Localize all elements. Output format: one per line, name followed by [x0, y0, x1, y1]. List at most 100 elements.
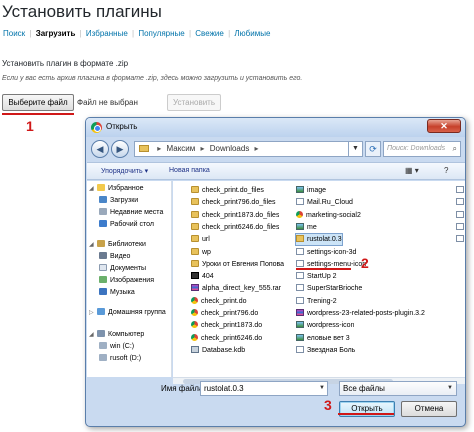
file-item[interactable]: image	[296, 185, 326, 196]
sidebar-item-recent[interactable]: Недавние места	[99, 207, 163, 219]
file-item[interactable]: еловые вет 3	[296, 333, 350, 344]
desktop-icon	[99, 220, 107, 227]
doc-icon	[456, 210, 464, 218]
file-item[interactable]: К	[456, 210, 465, 221]
breadcrumb-downloads[interactable]: Downloads	[210, 144, 250, 153]
file-item[interactable]: Уроки от Евгения Попова	[191, 259, 284, 270]
search-input[interactable]: Поиск: Downloads ⌕	[383, 141, 461, 157]
sidebar-item-downloads[interactable]: Загрузки	[99, 195, 138, 207]
breadcrumb-maxim[interactable]: Максим	[166, 144, 195, 153]
file-item[interactable]: Mail.Ru_Cloud	[296, 197, 353, 208]
file-item[interactable]: rustolat.0.3	[295, 233, 343, 247]
doc-icon	[296, 345, 304, 353]
cancel-button[interactable]: Отмена	[401, 401, 457, 417]
file-item[interactable]: StartUp 2	[296, 271, 337, 282]
documents-icon	[99, 264, 107, 271]
file-item[interactable]: check_print6246.do	[191, 333, 262, 344]
file-name: wordpress-icon	[307, 322, 355, 330]
install-button[interactable]: Установить	[167, 94, 221, 111]
step1-marker: 1	[26, 118, 34, 134]
file-item[interactable]: check_print.do_files	[191, 185, 264, 196]
sidebar-item-documents[interactable]: Документы	[99, 263, 146, 275]
help-icon[interactable]: ?	[444, 166, 448, 175]
tab-search[interactable]: Поиск	[3, 29, 25, 38]
file-name: 404	[202, 273, 214, 281]
file-name: wordpress-23-related-posts-plugin.3.2	[307, 310, 425, 317]
file-item[interactable]: settings-icon-3d	[296, 247, 356, 258]
address-dropdown[interactable]: ▼	[349, 141, 363, 157]
file-name: me	[307, 223, 317, 231]
address-bar[interactable]: ▸ Максим ▸ Downloads ▸	[134, 141, 349, 157]
search-icon: ⌕	[452, 144, 457, 153]
file-item[interactable]: check_print.do	[191, 296, 247, 307]
file-name: еловые вет 3	[307, 334, 350, 342]
file-item[interactable]: wordpress-23-related-posts-plugin.3.2	[296, 308, 425, 319]
file-item[interactable]: check_print1873.do_files	[191, 210, 279, 221]
close-button[interactable]: ✕	[427, 119, 461, 133]
sidebar-item-music[interactable]: Музыка	[99, 287, 135, 299]
file-item[interactable]: check_print796.do_files	[191, 197, 276, 208]
back-button[interactable]: ◀	[91, 140, 109, 158]
dialog-titlebar[interactable]: Открыть ✕	[86, 118, 465, 137]
sidebar-item-computer[interactable]: ◢ Компьютер	[89, 329, 144, 341]
file-item[interactable]: me	[296, 222, 317, 233]
file-item[interactable]: check_print1873.do	[191, 320, 262, 331]
choose-file-button[interactable]: Выберите файл	[2, 94, 74, 111]
view-options-icon[interactable]: ▦ ▾	[405, 166, 419, 175]
file-item[interactable]: Звездная Боль	[296, 345, 355, 356]
doc-icon	[456, 198, 464, 206]
file-name: Mail.Ru_Cloud	[307, 199, 353, 207]
sidebar-item-drive-c[interactable]: win (C:)	[99, 341, 134, 353]
folder-icon	[191, 235, 199, 243]
tab-featured[interactable]: Избранные	[86, 29, 128, 38]
chrome-icon	[191, 321, 198, 329]
file-name: Уроки от Евгения Попова	[202, 260, 285, 268]
file-item[interactable]: check_print6246.do_files	[191, 222, 279, 233]
tab-popular[interactable]: Популярные	[138, 29, 184, 38]
file-item[interactable]: url	[191, 234, 210, 245]
sidebar-item-homegroup[interactable]: ▷ Домашняя группа	[89, 307, 166, 319]
filename-input[interactable]: rustolat.0.3 ▼	[200, 381, 328, 396]
file-item[interactable]: check_print796.do	[191, 308, 258, 319]
chrome-icon	[191, 333, 198, 341]
forward-button[interactable]: ▶	[111, 140, 129, 158]
file-item[interactable]: 404	[191, 271, 214, 282]
file-name: check_print796.do	[201, 310, 259, 317]
file-name: check_print.do	[201, 297, 247, 305]
file-item[interactable]: wordpress-icon	[296, 320, 354, 331]
img-icon	[296, 222, 304, 230]
images-icon	[99, 276, 107, 283]
sidebar-item-images[interactable]: Изображения	[99, 275, 154, 287]
tab-new[interactable]: Свежие	[195, 29, 224, 38]
file-item[interactable]: wp	[191, 247, 211, 258]
sidebar-item-desktop[interactable]: Рабочий стол	[99, 219, 154, 231]
organize-menu[interactable]: Упорядочить ▾	[101, 167, 148, 175]
doc-icon	[296, 296, 304, 304]
file-item[interactable]: К	[456, 222, 465, 233]
file-item[interactable]: К	[456, 185, 465, 196]
new-folder-button[interactable]: Новая папка	[169, 167, 210, 174]
file-item[interactable]: Database.kdb	[191, 345, 245, 356]
sidebar-item-favorites[interactable]: ◢ Избранное	[89, 183, 143, 195]
drive-icon	[99, 342, 107, 349]
chevron-down-icon[interactable]: ▼	[319, 382, 325, 395]
doc-icon	[296, 198, 304, 206]
file-item[interactable]: marketing-social2	[296, 210, 361, 221]
folder-icon	[191, 186, 199, 193]
filetype-select[interactable]: Все файлы ▼	[339, 381, 457, 396]
tab-upload[interactable]: Загрузить	[36, 29, 76, 38]
file-name: url	[202, 236, 210, 244]
refresh-button[interactable]: ⟳	[365, 141, 381, 157]
file-item[interactable]: Trening-2	[296, 296, 337, 307]
tab-favorites[interactable]: Любимые	[234, 29, 270, 38]
folder-icon	[191, 210, 199, 218]
sidebar-item-drive-d[interactable]: rusoft (D:)	[99, 353, 141, 365]
sidebar-item-libraries[interactable]: ◢ Библиотеки	[89, 239, 146, 251]
file-item[interactable]: К	[456, 197, 465, 208]
doc-icon	[296, 259, 304, 267]
file-item[interactable]: SuperStarBrioche	[296, 283, 362, 294]
rar-icon	[296, 309, 304, 316]
file-item[interactable]: К	[456, 234, 465, 245]
file-item[interactable]: alpha_direct_key_555.rar	[191, 283, 281, 294]
sidebar-item-video[interactable]: Видео	[99, 251, 130, 263]
